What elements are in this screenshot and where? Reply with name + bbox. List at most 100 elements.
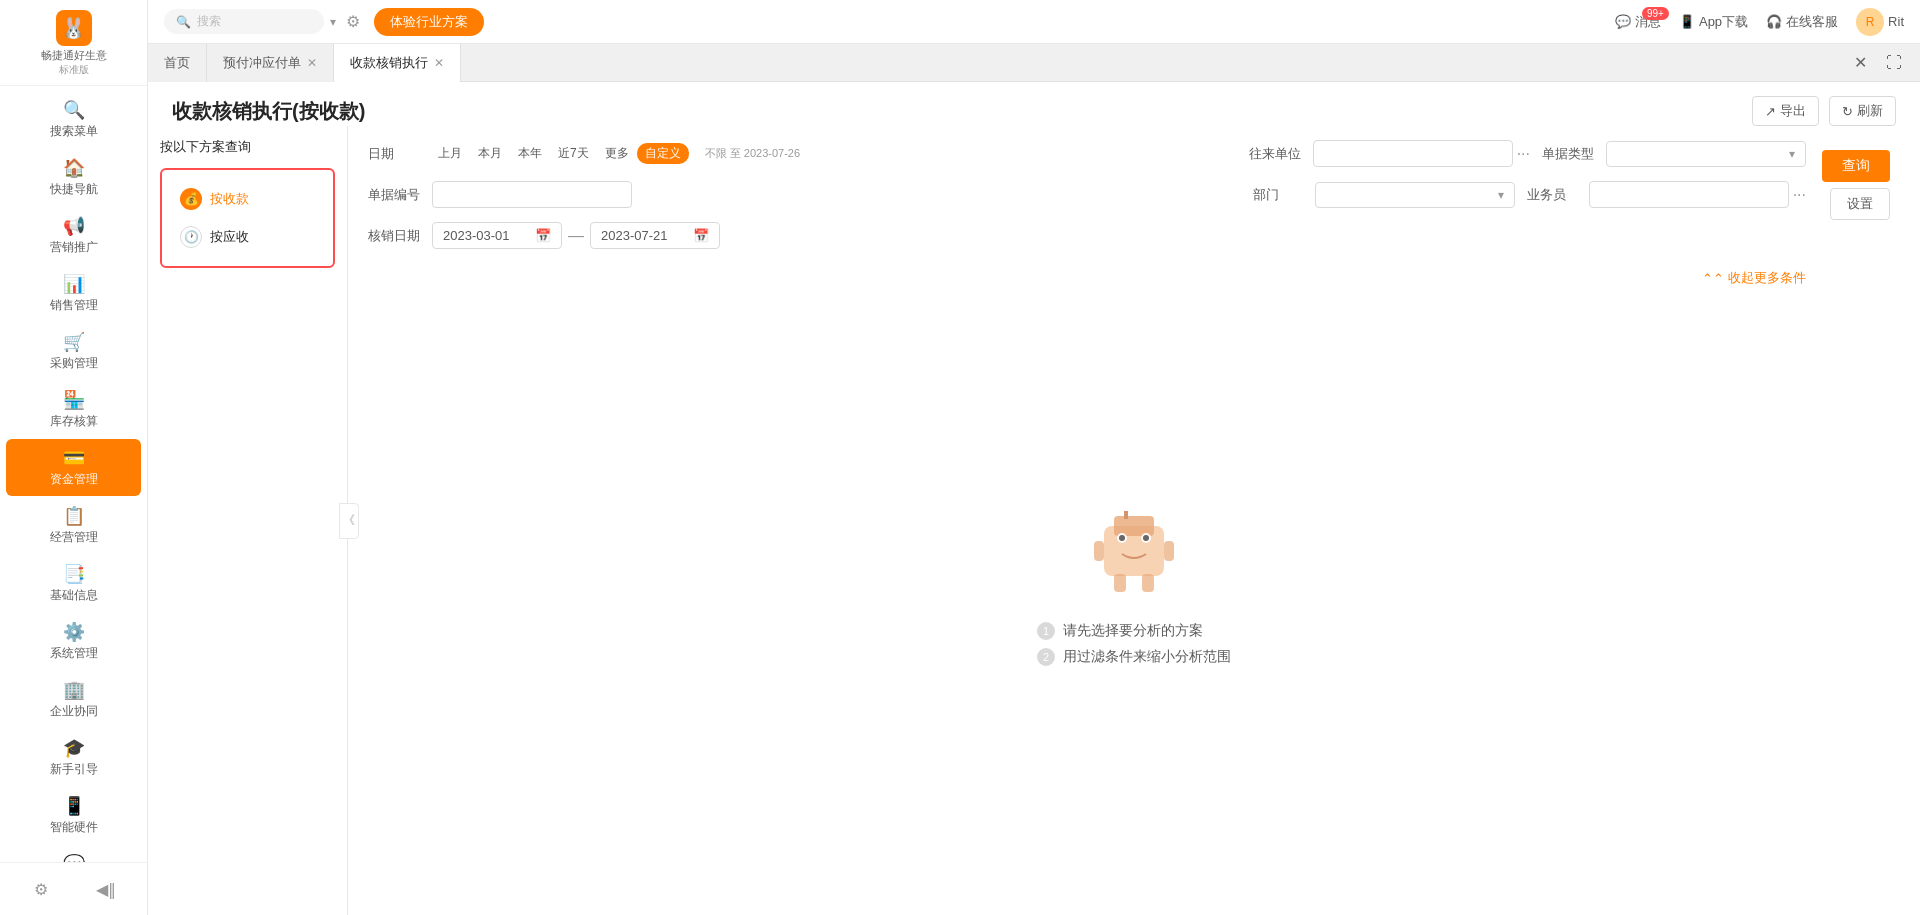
export-button[interactable]: ↗ 导出: [1752, 96, 1819, 126]
wechat-icon: 💬: [63, 853, 85, 862]
date-shortcuts: 上月 本月 本年 近7天 更多 自定义: [430, 142, 689, 165]
filter-bar: 日期 上月 本月 本年 近7天 更多 自定义 不限 至 2023-07-26: [348, 126, 1920, 297]
download-icon: 📱: [1679, 14, 1695, 29]
sidebar-item-system[interactable]: ⚙️ 系统管理: [6, 613, 141, 670]
right-content: 日期 上月 本月 本年 近7天 更多 自定义 不限 至 2023-07-26: [348, 126, 1920, 915]
writeoff-date-to[interactable]: 2023-07-21 📅: [590, 222, 720, 249]
sidebar-item-basic-info-label: 基础信息: [50, 587, 98, 604]
sidebar-item-basic-info[interactable]: 📑 基础信息: [6, 555, 141, 612]
calendar-from-icon: 📅: [535, 228, 551, 243]
export-icon: ↗: [1765, 104, 1776, 119]
panel-collapse-button[interactable]: 《: [339, 503, 359, 539]
header-chevron-icon[interactable]: ▾: [330, 15, 336, 29]
tab-home-label: 首页: [164, 54, 190, 72]
filter-row-1: 日期 上月 本月 本年 近7天 更多 自定义 不限 至 2023-07-26: [368, 140, 1806, 167]
sidebar-item-search[interactable]: 🔍 搜索菜单: [6, 91, 141, 148]
sidebar-item-purchase[interactable]: 🛒 采购管理: [6, 323, 141, 380]
collection-icon-circle: 💰: [180, 188, 202, 210]
svg-rect-7: [1094, 541, 1104, 561]
sidebar-item-enterprise[interactable]: 🏢 企业协同: [6, 671, 141, 728]
collapse-sidebar-btn[interactable]: ◀‖: [90, 873, 122, 905]
solution-button[interactable]: 体验行业方案: [374, 8, 484, 36]
filter-by-collection[interactable]: 💰 按收款: [170, 180, 325, 218]
user-avatar: R: [1856, 8, 1884, 36]
basic-info-icon: 📑: [63, 563, 85, 585]
content-area: 收款核销执行(按收款) ↗ 导出 ↻ 刷新 按以下方案查询 💰: [148, 82, 1920, 915]
sidebar-item-sales[interactable]: 📊 销售管理: [6, 265, 141, 322]
doc-type-filter-label: 单据类型: [1542, 145, 1594, 163]
home-icon: 🏠: [63, 157, 85, 179]
sidebar-item-system-label: 系统管理: [50, 645, 98, 662]
sidebar-item-finance[interactable]: 💳 资金管理: [6, 439, 141, 496]
svg-point-5: [1119, 535, 1125, 541]
salesman-dots[interactable]: ···: [1793, 186, 1806, 204]
user-profile[interactable]: R Rit: [1856, 8, 1904, 36]
export-label: 导出: [1780, 102, 1806, 120]
online-service-label: 在线客服: [1786, 13, 1838, 31]
date-sub-label: 不限 至 2023-07-26: [705, 146, 800, 161]
tab-home[interactable]: 首页: [148, 44, 207, 82]
search-icon-header: 🔍: [176, 15, 191, 29]
receivable-icon-circle: 🕐: [180, 226, 202, 248]
dept-filter-label: 部门: [1253, 186, 1303, 204]
sidebar-item-quicknav[interactable]: 🏠 快捷导航: [6, 149, 141, 206]
sidebar-item-guide[interactable]: 🎓 新手引导: [6, 729, 141, 786]
sidebar-item-purchase-label: 采购管理: [50, 355, 98, 372]
sidebar-item-wechat[interactable]: 💬 企业微信: [6, 845, 141, 862]
sidebar-item-hardware-label: 智能硬件: [50, 819, 98, 836]
setting-button[interactable]: 设置: [1830, 188, 1890, 220]
filter-options-border: 💰 按收款 🕐 按应收: [160, 168, 335, 268]
tab-expand-btn[interactable]: ⛶: [1880, 49, 1908, 77]
tab-prepay-close-icon[interactable]: ✕: [307, 56, 317, 70]
date-more[interactable]: 更多: [597, 142, 637, 165]
sidebar: 🐰 畅捷通好生意 标准版 🔍 搜索菜单 🏠 快捷导航 📢 营销推广 📊 销售管理…: [0, 0, 148, 915]
refresh-label: 刷新: [1857, 102, 1883, 120]
refresh-icon: ↻: [1842, 104, 1853, 119]
collapse-conditions-row[interactable]: ⌃⌃ 收起更多条件: [368, 263, 1806, 297]
salesman-input[interactable]: [1589, 181, 1789, 208]
tab-prepay[interactable]: 预付冲应付单 ✕: [207, 44, 334, 82]
writeoff-date-from[interactable]: 2023-03-01 📅: [432, 222, 562, 249]
contact-dots[interactable]: ···: [1517, 145, 1530, 163]
sidebar-item-inventory[interactable]: 🏪 库存核算: [6, 381, 141, 438]
sidebar-item-marketing[interactable]: 📢 营销推广: [6, 207, 141, 264]
settings-bottom-btn[interactable]: ⚙: [25, 873, 57, 905]
header-right: 💬 消息 99+ 📱 App下载 🎧 在线客服 R Rit: [1615, 8, 1904, 36]
query-button[interactable]: 查询: [1822, 150, 1890, 182]
date-this-year[interactable]: 本年: [510, 142, 550, 165]
date-filter-label: 日期: [368, 145, 418, 163]
sidebar-item-hardware[interactable]: 📱 智能硬件: [6, 787, 141, 844]
doc-type-select[interactable]: ▾: [1606, 141, 1806, 167]
date-custom-tag[interactable]: 自定义: [637, 143, 689, 164]
contact-input[interactable]: [1313, 140, 1513, 167]
refresh-button[interactable]: ↻ 刷新: [1829, 96, 1896, 126]
date-this-month[interactable]: 本月: [470, 142, 510, 165]
header-gear-icon[interactable]: ⚙: [346, 12, 360, 31]
guide-icon: 🎓: [63, 737, 85, 759]
logo-area: 🐰 畅捷通好生意 标准版: [0, 0, 147, 86]
dept-select[interactable]: ▾: [1315, 182, 1515, 208]
sidebar-item-operations[interactable]: 📋 经营管理: [6, 497, 141, 554]
date-last-month[interactable]: 上月: [430, 142, 470, 165]
tab-collection-close-icon[interactable]: ✕: [434, 56, 444, 70]
inventory-icon: 🏪: [63, 389, 85, 411]
tab-close-all-btn[interactable]: ✕: [1846, 49, 1874, 77]
app-download-button[interactable]: 📱 App下载: [1679, 13, 1748, 31]
svg-rect-8: [1164, 541, 1174, 561]
dept-select-group: ▾: [1315, 182, 1515, 208]
doc-no-input[interactable]: [432, 181, 632, 208]
message-button[interactable]: 💬 消息 99+: [1615, 13, 1661, 31]
logo-icon: 🐰: [56, 10, 92, 46]
date-last-7days[interactable]: 近7天: [550, 142, 597, 165]
contact-filter-label: 往来单位: [1249, 145, 1301, 163]
filter-by-receivable[interactable]: 🕐 按应收: [170, 218, 325, 256]
tab-bar-actions: ✕ ⛶: [1846, 49, 1920, 77]
sidebar-item-guide-label: 新手引导: [50, 761, 98, 778]
writeoff-date-from-value: 2023-03-01: [443, 228, 510, 243]
user-name: Rit: [1888, 14, 1904, 29]
header-search[interactable]: 🔍 搜索: [164, 9, 324, 34]
online-service-button[interactable]: 🎧 在线客服: [1766, 13, 1838, 31]
tab-collection[interactable]: 收款核销执行 ✕: [334, 44, 461, 82]
tip-num-2: 2: [1037, 648, 1055, 666]
filter-by-receivable-label: 按应收: [210, 228, 249, 246]
